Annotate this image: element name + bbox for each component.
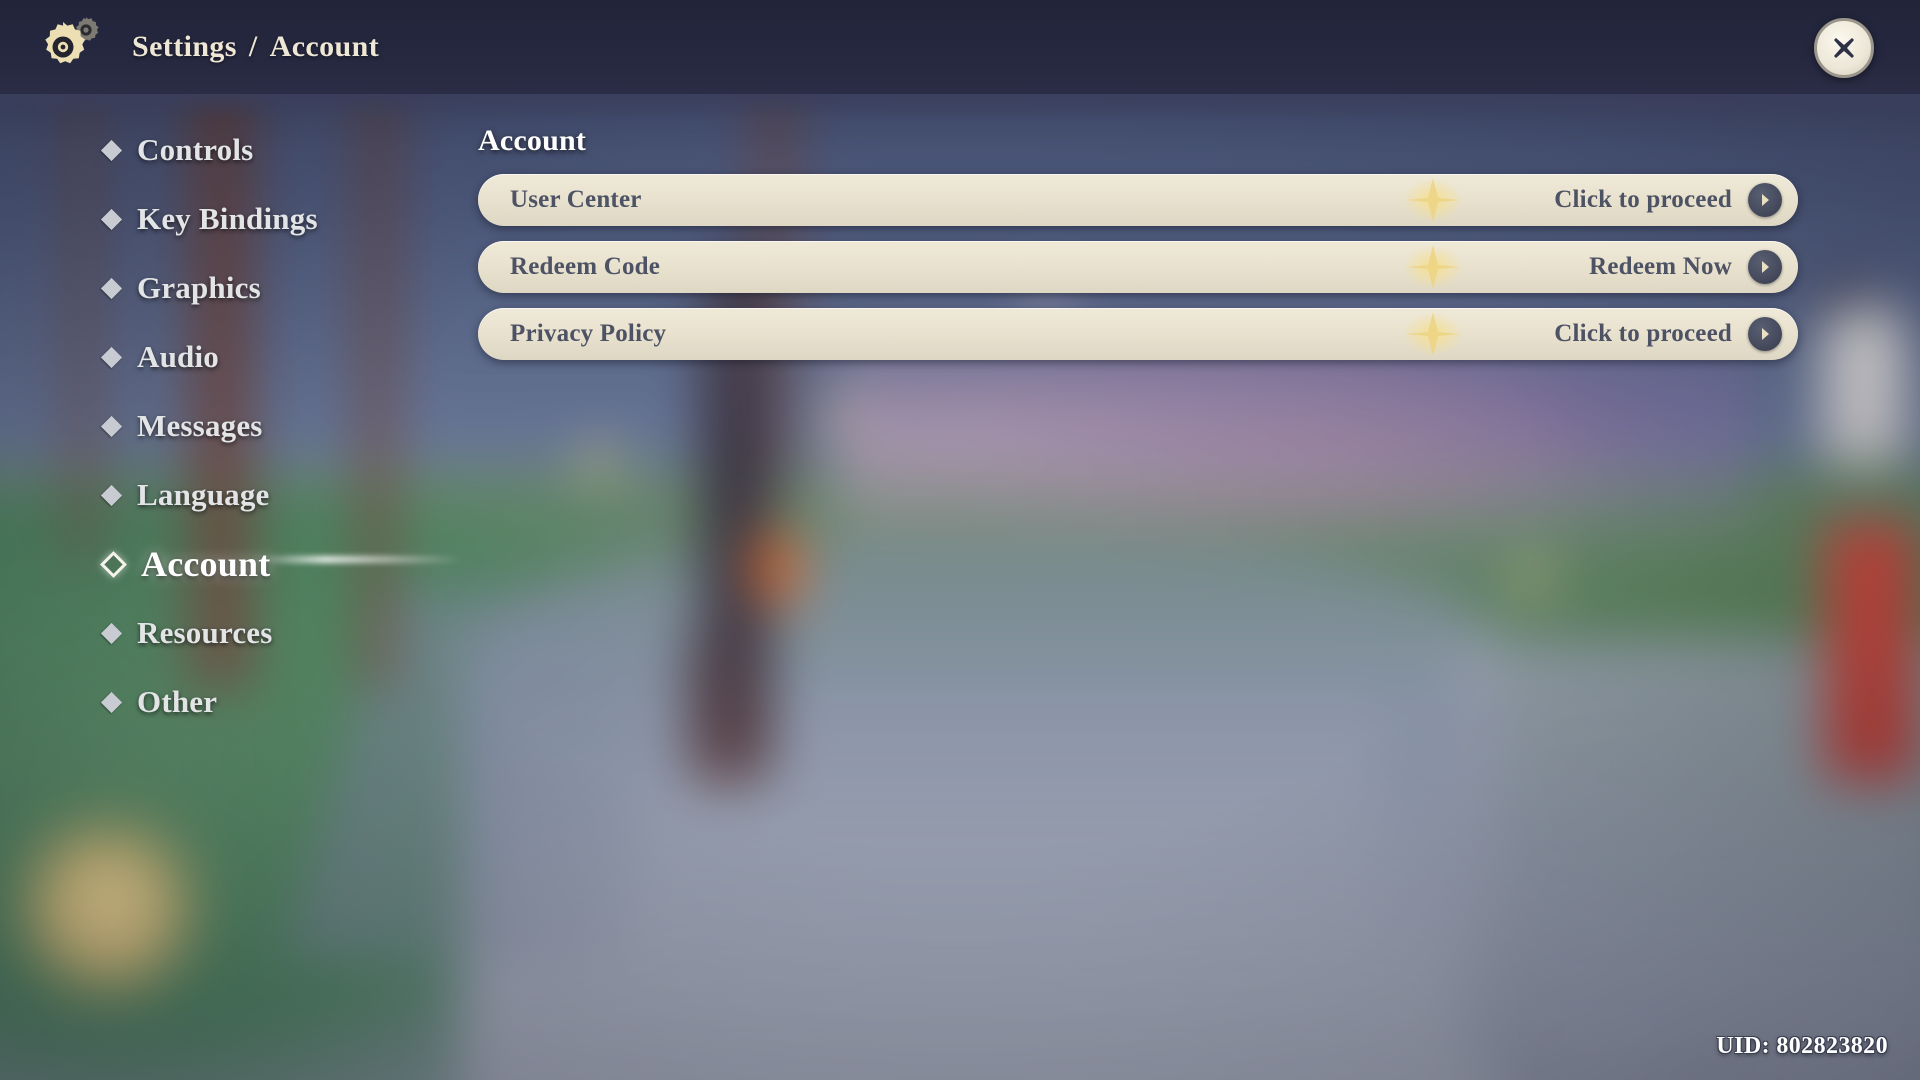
row-user-center[interactable]: User Center Click to proceed (478, 174, 1798, 226)
sidebar-item-graphics[interactable]: Graphics (100, 262, 434, 314)
row-privacy-policy[interactable]: Privacy Policy Click to proceed (478, 308, 1798, 360)
sidebar-item-label: Audio (137, 339, 219, 374)
row-action-group[interactable]: Click to proceed (1554, 183, 1798, 217)
row-label: User Center (510, 186, 642, 213)
sidebar-item-label: Account (141, 544, 271, 584)
sidebar-item-key-bindings[interactable]: Key Bindings (100, 193, 434, 245)
chevron-right-glyph (1762, 261, 1769, 273)
diamond-bullet-icon (100, 484, 123, 506)
diamond-bullet-icon (100, 415, 123, 437)
row-action-group[interactable]: Redeem Now (1589, 250, 1798, 284)
chevron-right-icon[interactable] (1748, 250, 1782, 284)
chevron-right-icon[interactable] (1748, 183, 1782, 217)
sidebar-item-label: Graphics (137, 270, 261, 305)
page-title: Account (478, 124, 587, 157)
sparkle-star-icon (1403, 245, 1463, 289)
sidebar-item-label: Resources (137, 615, 273, 650)
breadcrumb-current: Account (269, 30, 380, 63)
diamond-bullet-icon (100, 346, 123, 368)
chevron-right-glyph (1762, 194, 1769, 206)
row-label: Privacy Policy (510, 320, 667, 347)
row-label: Redeem Code (510, 253, 661, 280)
breadcrumb-separator: / (248, 30, 258, 63)
row-action-group[interactable]: Click to proceed (1554, 317, 1798, 351)
settings-screen: Settings / Account Controls Key Bindings… (0, 0, 1920, 1080)
sidebar-item-label: Controls (137, 132, 254, 167)
row-redeem-code[interactable]: Redeem Code Redeem Now (478, 241, 1798, 293)
sidebar-item-label: Messages (137, 408, 263, 443)
sidebar-item-resources[interactable]: Resources (100, 607, 434, 659)
gear-icon (30, 10, 104, 84)
sidebar-item-language[interactable]: Language (100, 469, 434, 521)
row-action-label: Click to proceed (1554, 186, 1732, 213)
selection-highlight-streak (254, 556, 464, 563)
sidebar-item-messages[interactable]: Messages (100, 400, 434, 452)
chevron-right-glyph (1762, 328, 1769, 340)
row-action-label: Click to proceed (1554, 320, 1732, 347)
sparkle-star-icon (1403, 178, 1463, 222)
account-panel: Account User Center Click to proceed Red… (478, 124, 1798, 375)
diamond-bullet-icon (100, 691, 123, 713)
gear-large-icon (45, 22, 86, 64)
chevron-right-icon[interactable] (1748, 317, 1782, 351)
sidebar-item-account[interactable]: Account (100, 538, 464, 590)
diamond-bullet-icon (100, 139, 123, 161)
sidebar-item-label: Other (137, 684, 218, 719)
sidebar-item-controls[interactable]: Controls (100, 124, 434, 176)
diamond-bullet-icon (100, 277, 123, 299)
diamond-bullet-icon (100, 208, 123, 230)
sidebar-item-label: Key Bindings (137, 201, 318, 236)
settings-sidebar: Controls Key Bindings Graphics Audio Mes… (100, 124, 464, 745)
diamond-bullet-icon (100, 622, 123, 644)
header-bar: Settings / Account (0, 0, 1920, 94)
diamond-outline-icon (100, 550, 127, 578)
sidebar-item-audio[interactable]: Audio (100, 331, 434, 383)
sidebar-item-other[interactable]: Other (100, 676, 434, 728)
breadcrumb-root[interactable]: Settings (132, 30, 237, 64)
sparkle-star-icon (1403, 312, 1463, 356)
breadcrumb: Settings / Account (132, 30, 379, 64)
row-action-label: Redeem Now (1589, 253, 1732, 280)
sidebar-item-label: Language (137, 477, 270, 512)
uid-label: UID: 802823820 (1716, 1033, 1888, 1059)
close-x-icon (1834, 38, 1854, 58)
close-button[interactable] (1814, 18, 1874, 78)
